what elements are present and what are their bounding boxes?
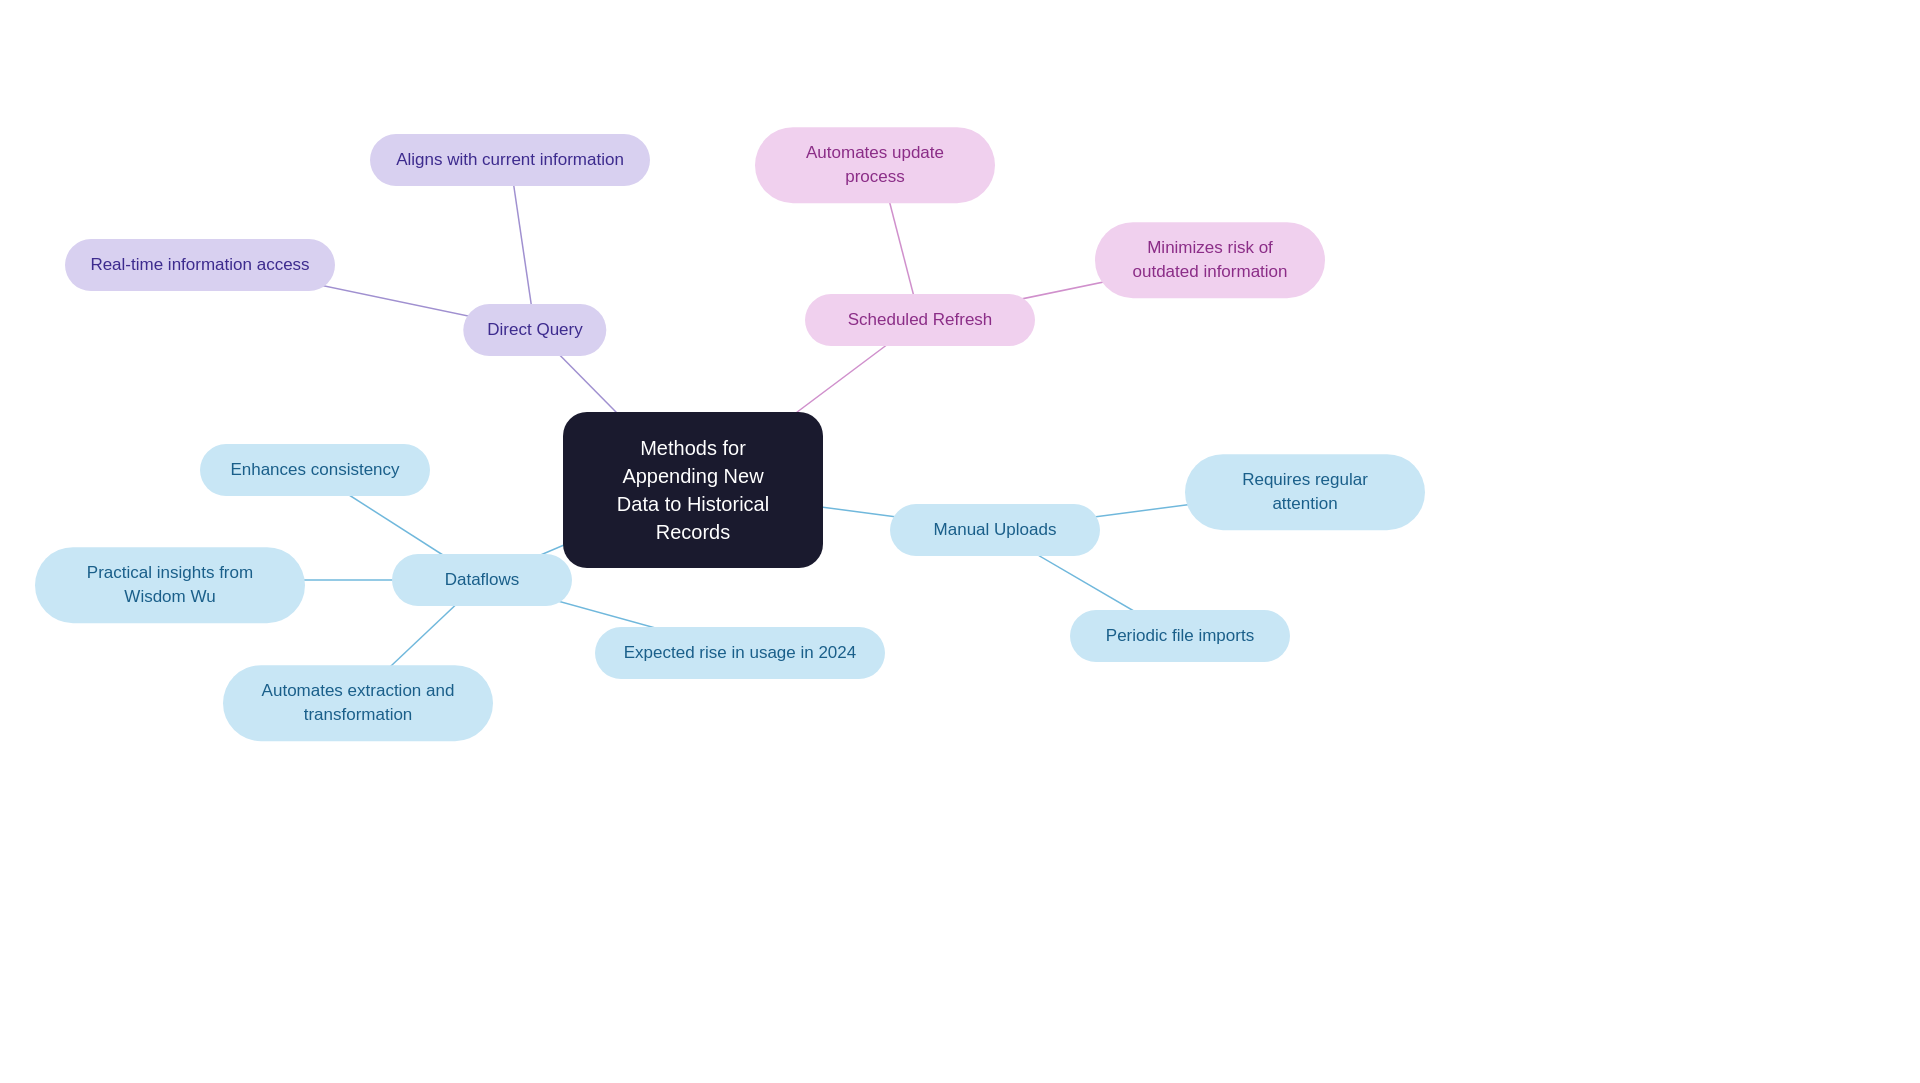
label-periodic-imports: Periodic file imports [1106, 624, 1254, 648]
node-realtime-access: Real-time information access [65, 239, 335, 291]
label-realtime-access: Real-time information access [90, 253, 309, 277]
label-manual-uploads: Manual Uploads [934, 518, 1057, 542]
node-automates-update: Automates update process [755, 127, 995, 203]
node-expected-rise: Expected rise in usage in 2024 [595, 627, 885, 679]
label-direct-query: Direct Query [487, 318, 582, 342]
node-automates-extraction: Automates extraction and transformation [223, 665, 493, 741]
label-automates-extraction: Automates extraction and transformation [247, 679, 469, 727]
node-scheduled-refresh: Scheduled Refresh [805, 294, 1035, 346]
node-minimizes-risk: Minimizes risk of outdated information [1095, 222, 1325, 298]
label-requires-attention: Requires regular attention [1209, 468, 1401, 516]
node-requires-attention: Requires regular attention [1185, 454, 1425, 530]
label-dataflows: Dataflows [445, 568, 520, 592]
label-aligns-current: Aligns with current information [396, 148, 624, 172]
node-direct-query: Direct Query [463, 304, 606, 356]
center-label: Methods for Appending New Data to Histor… [591, 434, 795, 546]
node-aligns-current: Aligns with current information [370, 134, 650, 186]
label-practical-insights: Practical insights from Wisdom Wu [59, 561, 281, 609]
label-scheduled-refresh: Scheduled Refresh [848, 308, 993, 332]
label-enhances-consistency: Enhances consistency [230, 458, 399, 482]
center-node: Methods for Appending New Data to Histor… [563, 412, 823, 568]
node-practical-insights: Practical insights from Wisdom Wu [35, 547, 305, 623]
label-automates-update: Automates update process [779, 141, 971, 189]
node-enhances-consistency: Enhances consistency [200, 444, 430, 496]
label-expected-rise: Expected rise in usage in 2024 [624, 641, 857, 665]
node-periodic-imports: Periodic file imports [1070, 610, 1290, 662]
node-dataflows: Dataflows [392, 554, 572, 606]
label-minimizes-risk: Minimizes risk of outdated information [1119, 236, 1301, 284]
node-manual-uploads: Manual Uploads [890, 504, 1100, 556]
